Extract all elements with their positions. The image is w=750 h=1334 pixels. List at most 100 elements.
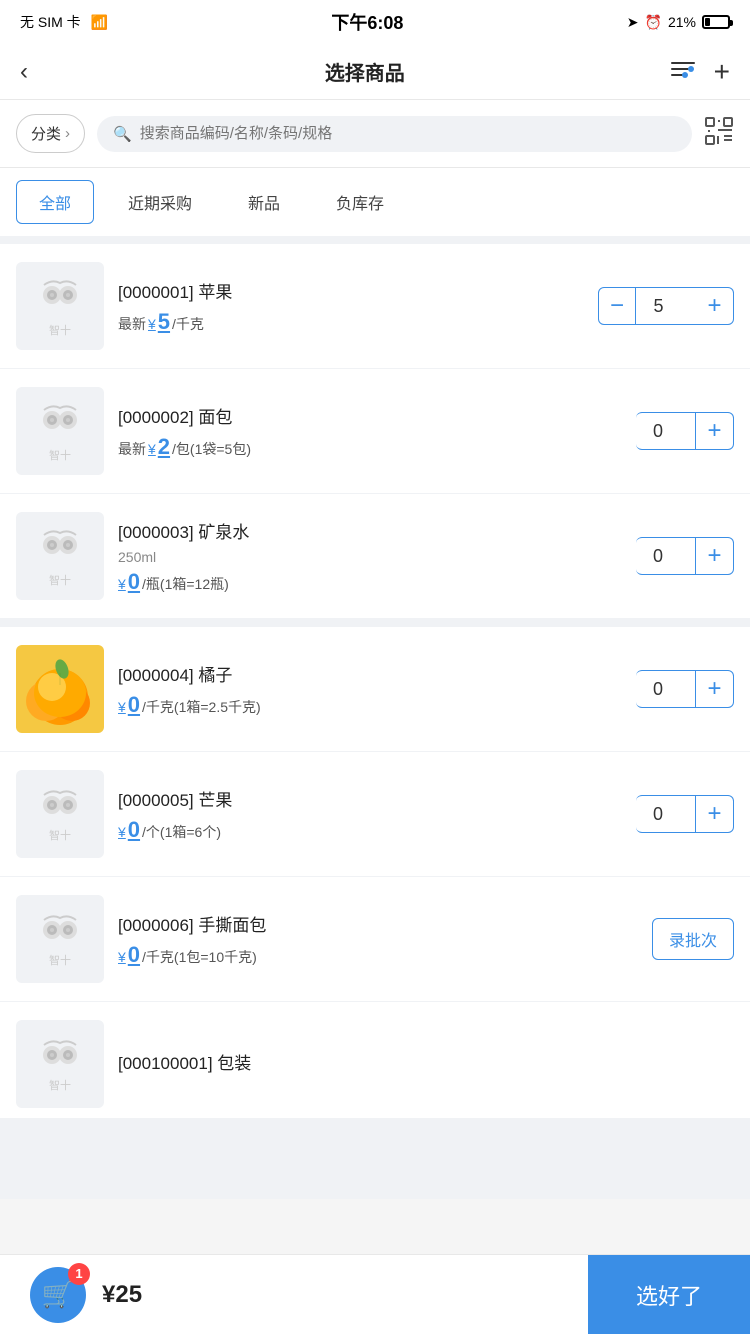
product-info: [0000005] 芒果 ¥ 0 /个(1箱=6个) [118, 786, 636, 843]
price-value: 2 [158, 434, 170, 460]
chevron-right-icon: › [65, 125, 70, 142]
product-spec: 250ml [118, 549, 636, 565]
cart-icon: 🛒 [42, 1279, 74, 1310]
price-label: 最新 [118, 314, 146, 334]
category-label: 分类 [31, 123, 61, 144]
price-unit: /千克(1箱=2.5千克) [142, 697, 261, 717]
product-info: [000100001] 包装 [118, 1049, 734, 1080]
product-image: 智十 [16, 1020, 104, 1108]
price-value: 5 [158, 309, 170, 335]
quantity-input[interactable] [636, 795, 696, 833]
tab-recent[interactable]: 近期采购 [106, 180, 214, 224]
quantity-control: + [636, 412, 734, 450]
list-item: 智十 [000100001] 包装 [0, 1002, 750, 1119]
price-value: 0 [128, 569, 140, 595]
tab-bar: 全部 近期采购 新品 负库存 [0, 168, 750, 244]
search-input-wrap: 🔍 [97, 116, 692, 152]
cart-button[interactable]: 🛒 1 [30, 1267, 86, 1323]
list-item: [0000004] 橘子 ¥ 0 /千克(1箱=2.5千克) + [0, 627, 750, 752]
tab-negative[interactable]: 负库存 [314, 180, 406, 224]
increase-button[interactable]: + [696, 670, 734, 708]
quantity-input[interactable] [636, 670, 696, 708]
price-label: 最新 [118, 439, 146, 459]
placeholder-icon [36, 400, 84, 445]
price-symbol: ¥ [118, 824, 126, 840]
category-button[interactable]: 分类 › [16, 114, 85, 153]
product-list: 智十 [0000001] 苹果 最新 ¥ 5 /千克 − + [0, 244, 750, 1199]
increase-button[interactable]: + [696, 795, 734, 833]
product-name: [000100001] 包装 [118, 1049, 734, 1074]
list-item: 智十 [0000001] 苹果 最新 ¥ 5 /千克 − + [0, 244, 750, 369]
product-info: [0000006] 手撕面包 ¥ 0 /千克(1包=10千克) [118, 911, 652, 968]
product-image: 智十 [16, 895, 104, 983]
product-price: ¥ 0 /千克(1箱=2.5千克) [118, 692, 636, 718]
price-unit: /个(1箱=6个) [142, 822, 221, 842]
price-value: 0 [128, 817, 140, 843]
quantity-input[interactable] [636, 412, 696, 450]
add-icon[interactable]: + [714, 56, 730, 88]
search-input[interactable] [140, 125, 676, 142]
placeholder-text: 智十 [49, 322, 71, 338]
product-price: ¥ 0 /个(1箱=6个) [118, 817, 636, 843]
scan-icon[interactable] [704, 116, 734, 152]
list-item: 智十 [0000002] 面包 最新 ¥ 2 /包(1袋=5包) + [0, 369, 750, 494]
alarm-icon: ⏰ [645, 14, 662, 31]
back-button[interactable]: ‹ [20, 58, 60, 86]
nav-actions: + [670, 56, 730, 88]
quantity-control: + [636, 795, 734, 833]
product-name: [0000001] 苹果 [118, 278, 598, 303]
placeholder-icon [36, 525, 84, 570]
product-name: [0000004] 橘子 [118, 661, 636, 686]
product-price: ¥ 0 /瓶(1箱=12瓶) [118, 569, 636, 595]
placeholder-text: 智十 [49, 572, 71, 588]
placeholder-text: 智十 [49, 827, 71, 843]
cart-badge: 1 [68, 1263, 90, 1285]
list-item: 智十 [0000006] 手撕面包 ¥ 0 /千克(1包=10千克) 录批次 [0, 877, 750, 1002]
placeholder-text: 智十 [49, 1077, 71, 1093]
decrease-button[interactable]: − [598, 287, 636, 325]
quantity-input[interactable] [636, 537, 696, 575]
bottom-bar: 🛒 1 ¥25 选好了 [0, 1254, 750, 1334]
placeholder-text: 智十 [49, 952, 71, 968]
search-icon: 🔍 [113, 125, 132, 143]
quantity-input[interactable] [636, 287, 696, 325]
product-price: 最新 ¥ 2 /包(1袋=5包) [118, 434, 636, 460]
cart-total: ¥25 [102, 1281, 142, 1309]
product-name: [0000005] 芒果 [118, 786, 636, 811]
product-name: [0000003] 矿泉水 [118, 518, 636, 543]
price-symbol: ¥ [118, 699, 126, 715]
price-symbol: ¥ [118, 576, 126, 592]
tab-all[interactable]: 全部 [16, 180, 94, 224]
confirm-button[interactable]: 选好了 [588, 1255, 750, 1334]
page-title: 选择商品 [60, 57, 670, 86]
price-value: 0 [128, 692, 140, 718]
list-item: 智十 [0000005] 芒果 ¥ 0 /个(1箱=6个) + [0, 752, 750, 877]
location-icon: ➤ [627, 14, 639, 31]
product-info: [0000002] 面包 最新 ¥ 2 /包(1袋=5包) [118, 403, 636, 460]
increase-button[interactable]: + [696, 537, 734, 575]
carrier-wifi: 无 SIM 卡 📶 [20, 12, 108, 32]
status-bar: 无 SIM 卡 📶 下午6:08 ➤ ⏰ 21% [0, 0, 750, 44]
price-value: 0 [128, 942, 140, 968]
product-price: ¥ 0 /千克(1包=10千克) [118, 942, 652, 968]
filter-icon[interactable] [670, 58, 696, 86]
quantity-control: + [636, 670, 734, 708]
battery-text: 21% [668, 14, 696, 30]
price-symbol: ¥ [148, 316, 156, 332]
price-unit: /瓶(1箱=12瓶) [142, 574, 229, 594]
quantity-control: − + [598, 287, 734, 325]
product-name: [0000002] 面包 [118, 403, 636, 428]
quantity-control: 录批次 [652, 918, 734, 960]
increase-button[interactable]: + [696, 412, 734, 450]
batch-button[interactable]: 录批次 [652, 918, 734, 960]
placeholder-icon [36, 275, 84, 320]
battery-icon [702, 15, 730, 29]
search-bar: 分类 › 🔍 [0, 100, 750, 168]
product-image: 智十 [16, 387, 104, 475]
increase-button[interactable]: + [696, 287, 734, 325]
product-info: [0000004] 橘子 ¥ 0 /千克(1箱=2.5千克) [118, 661, 636, 718]
product-info: [0000003] 矿泉水 250ml ¥ 0 /瓶(1箱=12瓶) [118, 518, 636, 595]
product-image [16, 645, 104, 733]
price-unit: /包(1袋=5包) [172, 439, 251, 459]
tab-new[interactable]: 新品 [226, 180, 302, 224]
